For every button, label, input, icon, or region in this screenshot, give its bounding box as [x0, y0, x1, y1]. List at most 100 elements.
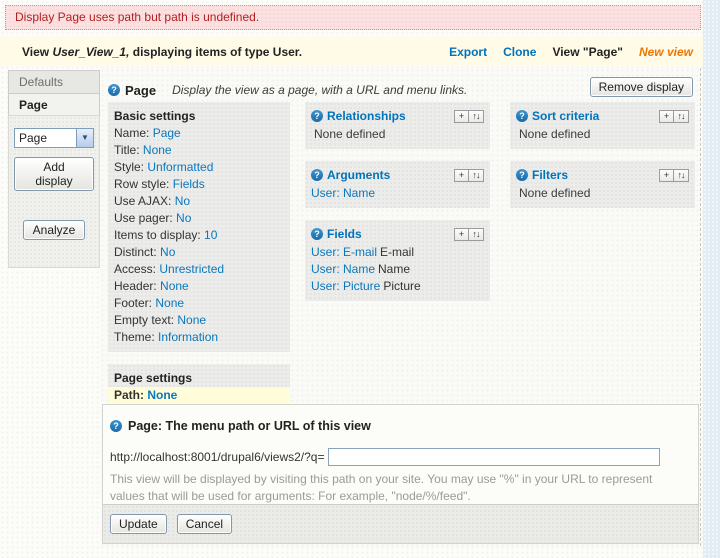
- settings-column-2: ? Relationships + ↑↓ None defined ? Argum…: [305, 102, 490, 313]
- analyze-button[interactable]: Analyze: [23, 220, 85, 240]
- view-action-link[interactable]: View "Page": [552, 45, 623, 59]
- display-type-select-value: Page: [19, 131, 48, 145]
- display-sidebar: Defaults Page Page ▼ Add display Analyze: [8, 70, 100, 268]
- box-item: User: E-mail E-mail: [311, 245, 415, 259]
- help-icon[interactable]: ?: [311, 169, 323, 181]
- rearrange-icon[interactable]: ↑↓: [469, 109, 484, 123]
- relationships-title-link[interactable]: Relationships: [327, 107, 450, 125]
- setting-row: Path: None: [108, 387, 290, 404]
- setting-row: Theme: Information: [114, 330, 219, 344]
- form-actions: Update Cancel: [103, 504, 698, 543]
- setting-value-link[interactable]: No: [160, 245, 175, 259]
- help-icon[interactable]: ?: [311, 110, 323, 122]
- fields-box: ? Fields + ↑↓ User: E-mail E-mail User: Nam…: [305, 220, 490, 301]
- view-action-link[interactable]: Clone: [503, 45, 536, 59]
- add-icon[interactable]: +: [659, 109, 674, 123]
- display-settings-panel: ? Page Display the view as a page, with …: [100, 68, 701, 546]
- view-action-links: Export Clone View "Page" New view: [449, 45, 693, 59]
- setting-value-link[interactable]: No: [175, 194, 190, 208]
- rearrange-icon[interactable]: ↑↓: [469, 227, 484, 241]
- box-item: User: Name: [311, 185, 484, 202]
- rearrange-icon[interactable]: ↑↓: [469, 168, 484, 182]
- filters-box: ? Filters + ↑↓ None defined: [510, 161, 695, 208]
- filters-title-link[interactable]: Filters: [532, 166, 655, 184]
- path-form-description: This view will be displayed by visiting …: [110, 472, 653, 503]
- page-settings-title: Page settings: [114, 371, 193, 385]
- view-summary-bar: View User_View_1, displaying items of ty…: [0, 37, 703, 66]
- view-name: User_View_1,: [52, 44, 130, 59]
- arguments-title-link[interactable]: Arguments: [327, 166, 450, 184]
- setting-row: Distinct: No: [114, 245, 176, 259]
- page-background-strip: [703, 0, 720, 558]
- add-icon[interactable]: +: [454, 227, 469, 241]
- help-icon[interactable]: ?: [516, 110, 528, 122]
- tab-page[interactable]: Page: [8, 93, 100, 116]
- add-icon[interactable]: +: [454, 168, 469, 182]
- box-item: User: Picture Picture: [311, 279, 421, 293]
- setting-value-link[interactable]: Unformatted: [147, 160, 213, 174]
- display-title: Page: [125, 82, 157, 98]
- item-link[interactable]: User: Name: [311, 262, 375, 276]
- remove-display-button[interactable]: Remove display: [589, 77, 693, 97]
- url-prefix: http://localhost:8001/drupal6/views2/?q=: [110, 450, 325, 464]
- setting-row: Access: Unrestricted: [114, 262, 225, 276]
- setting-value-link[interactable]: None: [147, 388, 177, 402]
- basic-settings-title: Basic settings: [114, 109, 196, 123]
- setting-row: Name: Page: [114, 126, 181, 140]
- setting-row: Title: None: [114, 143, 172, 157]
- sidebar-body: Page ▼ Add display Analyze: [8, 116, 100, 268]
- box-item: None defined: [519, 186, 591, 200]
- path-input[interactable]: [328, 448, 661, 466]
- add-icon[interactable]: +: [659, 168, 674, 182]
- setting-value-link[interactable]: Unrestricted: [159, 262, 224, 276]
- setting-value-link[interactable]: None: [155, 296, 184, 310]
- setting-row: Use pager: No: [114, 211, 192, 225]
- display-type-select[interactable]: Page ▼: [14, 128, 94, 148]
- sort-criteria-box: ? Sort criteria + ↑↓ None defined: [510, 102, 695, 149]
- view-action-link[interactable]: Export: [449, 45, 487, 59]
- help-icon[interactable]: ?: [108, 84, 120, 96]
- item-link[interactable]: User: Picture: [311, 279, 380, 293]
- update-button[interactable]: Update: [110, 514, 167, 534]
- box-item: User: Name Name: [311, 262, 411, 276]
- settings-column-3: ? Sort criteria + ↑↓ None defined ? Filte…: [510, 102, 695, 220]
- setting-row: Use AJAX: No: [114, 194, 191, 208]
- fields-title-link[interactable]: Fields: [327, 225, 450, 243]
- item-link[interactable]: User: Name: [311, 186, 375, 200]
- basic-settings-rows: Name: Page Title: None Style: Unformatte…: [114, 125, 284, 346]
- add-icon[interactable]: +: [454, 109, 469, 123]
- setting-row: Row style: Fields: [114, 177, 205, 191]
- chevron-down-icon[interactable]: ▼: [76, 129, 93, 147]
- view-action-link[interactable]: New view: [639, 45, 693, 59]
- setting-value-link[interactable]: Information: [158, 330, 218, 344]
- setting-value-link[interactable]: None: [160, 279, 189, 293]
- setting-row: Items to display: 10: [114, 228, 218, 242]
- setting-value-link[interactable]: None: [143, 143, 172, 157]
- relationships-box: ? Relationships + ↑↓ None defined: [305, 102, 490, 149]
- view-summary-text: View User_View_1, displaying items of ty…: [22, 44, 303, 59]
- help-icon[interactable]: ?: [516, 169, 528, 181]
- cancel-button[interactable]: Cancel: [176, 514, 233, 534]
- setting-value-link[interactable]: None: [177, 313, 206, 327]
- setting-value-link[interactable]: Fields: [173, 177, 205, 191]
- sort-criteria-title-link[interactable]: Sort criteria: [532, 107, 655, 125]
- tab-defaults[interactable]: Defaults: [8, 70, 100, 93]
- rearrange-icon[interactable]: ↑↓: [674, 109, 689, 123]
- add-display-button[interactable]: Add display: [14, 157, 94, 191]
- url-row: http://localhost:8001/drupal6/views2/?q=: [110, 448, 698, 466]
- box-item: None defined: [519, 127, 591, 141]
- item-link[interactable]: User: E-mail: [311, 245, 377, 259]
- help-icon[interactable]: ?: [110, 420, 122, 432]
- settings-column-1: Basic settings Name: Page Title: None St…: [108, 102, 290, 439]
- arguments-box: ? Arguments + ↑↓ User: Name: [305, 161, 490, 208]
- help-icon[interactable]: ?: [311, 228, 323, 240]
- setting-value-link[interactable]: No: [176, 211, 191, 225]
- setting-row: Header: None: [114, 279, 189, 293]
- setting-value-link[interactable]: 10: [204, 228, 217, 242]
- rearrange-icon[interactable]: ↑↓: [674, 168, 689, 182]
- path-form-title: ? Page: The menu path or URL of this vie…: [110, 419, 698, 433]
- box-item: None defined: [314, 127, 386, 141]
- setting-row: Footer: None: [114, 296, 185, 310]
- setting-value-link[interactable]: Page: [153, 126, 181, 140]
- path-config-form: ? Page: The menu path or URL of this vie…: [102, 404, 699, 544]
